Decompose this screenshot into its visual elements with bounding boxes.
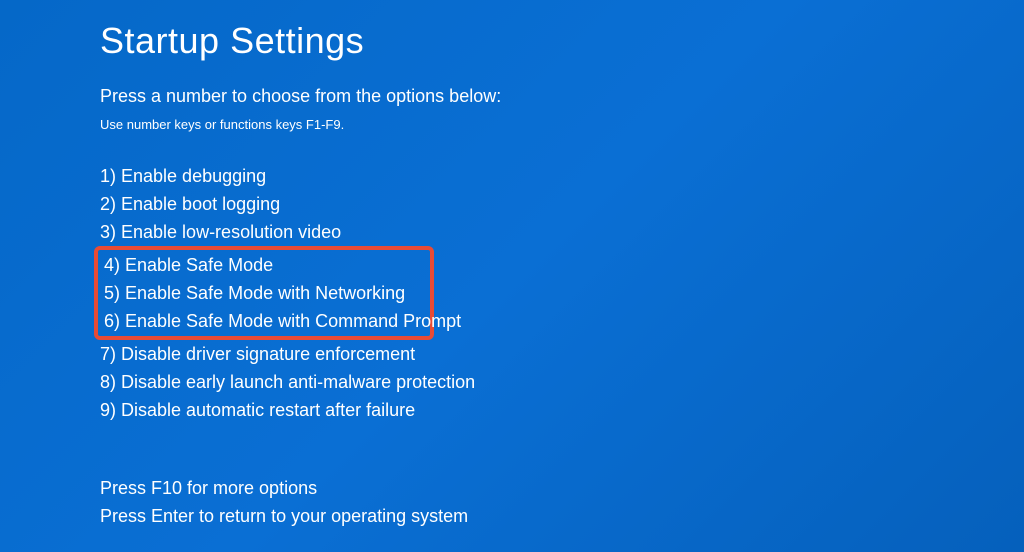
page-title: Startup Settings (100, 20, 1024, 62)
option-4-safe-mode[interactable]: 4) Enable Safe Mode (100, 251, 428, 279)
option-6-safe-mode-cmd[interactable]: 6) Enable Safe Mode with Command Prompt (100, 307, 428, 335)
highlight-annotation: 4) Enable Safe Mode 5) Enable Safe Mode … (94, 246, 434, 340)
hint-text: Use number keys or functions keys F1-F9. (100, 117, 1024, 132)
option-5-safe-mode-networking[interactable]: 5) Enable Safe Mode with Networking (100, 279, 428, 307)
footer-more-options: Press F10 for more options (100, 474, 1024, 502)
footer-return: Press Enter to return to your operating … (100, 502, 1024, 530)
options-list: 1) Enable debugging 2) Enable boot loggi… (100, 162, 1024, 424)
option-3-low-res-video[interactable]: 3) Enable low-resolution video (100, 218, 1024, 246)
option-2-boot-logging[interactable]: 2) Enable boot logging (100, 190, 1024, 218)
option-7-driver-sig[interactable]: 7) Disable driver signature enforcement (100, 340, 1024, 368)
subtitle-text: Press a number to choose from the option… (100, 86, 1024, 107)
option-9-auto-restart[interactable]: 9) Disable automatic restart after failu… (100, 396, 1024, 424)
option-1-debugging[interactable]: 1) Enable debugging (100, 162, 1024, 190)
option-8-anti-malware[interactable]: 8) Disable early launch anti-malware pro… (100, 368, 1024, 396)
